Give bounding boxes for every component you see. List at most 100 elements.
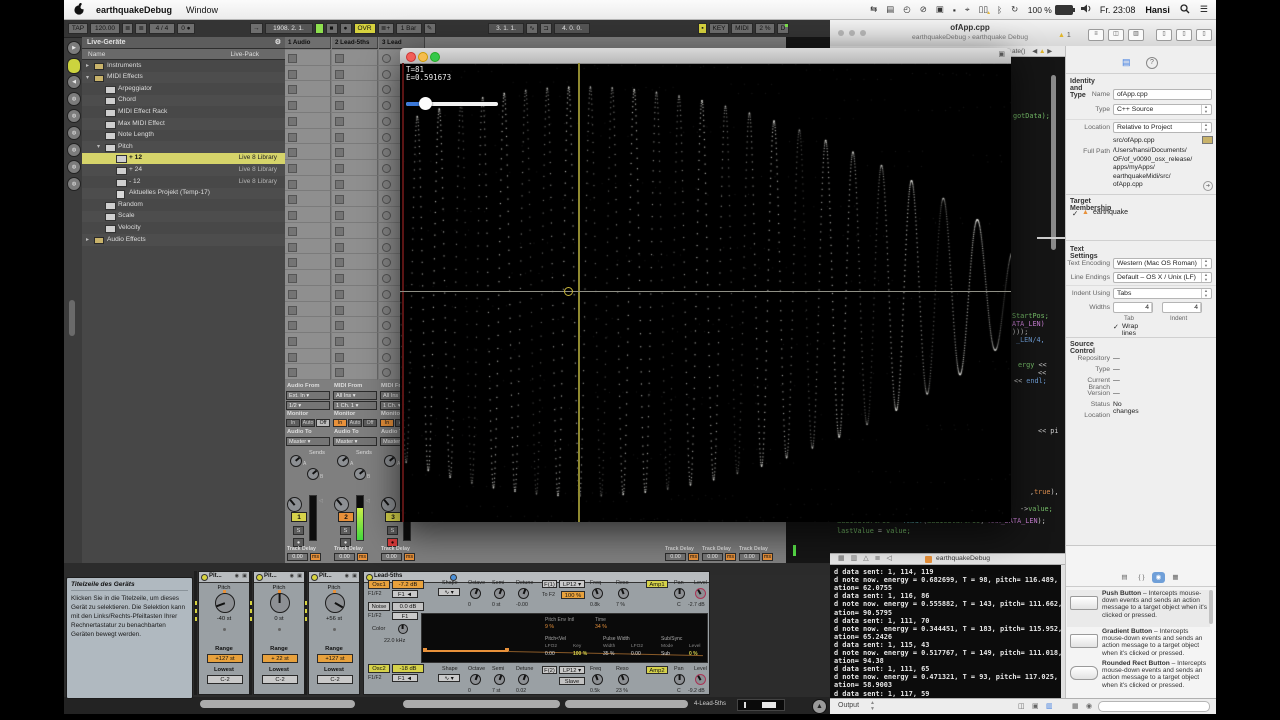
clip-stop-button[interactable] bbox=[288, 336, 297, 346]
volume-icon[interactable] bbox=[1080, 4, 1092, 15]
clip-stop-button[interactable] bbox=[335, 132, 344, 142]
range-value[interactable]: + 22 st bbox=[262, 654, 298, 663]
browser-item-velocity[interactable]: Velocity bbox=[82, 222, 285, 234]
clip-stop-button[interactable] bbox=[288, 211, 297, 221]
track-delay-value[interactable]: 0.00 bbox=[287, 553, 308, 561]
track-delay-unit[interactable]: ms bbox=[762, 553, 773, 561]
debug-window-titlebar[interactable]: ▣ bbox=[400, 48, 1011, 64]
filter-type-select[interactable]: LP12 ▾ bbox=[559, 666, 585, 674]
clip-stop-button[interactable] bbox=[335, 321, 344, 331]
octave-knob[interactable] bbox=[470, 674, 481, 685]
clip-slot[interactable] bbox=[332, 128, 378, 145]
monitor-in-button[interactable]: In bbox=[333, 419, 347, 427]
clip-stop-button[interactable] bbox=[288, 321, 297, 331]
transport-loop-⊐[interactable]: ⊐ bbox=[540, 23, 552, 34]
editor-scrollbar[interactable] bbox=[1051, 75, 1056, 250]
transport-mid-btn[interactable] bbox=[314, 23, 324, 34]
clip-stop-button[interactable] bbox=[335, 274, 344, 284]
transport-left-≣[interactable]: ≣ bbox=[122, 23, 134, 34]
osc-sub-value[interactable]: F1 bbox=[392, 612, 418, 620]
pitch-knob[interactable] bbox=[215, 593, 235, 613]
location-dropdown[interactable]: Relative to Project ▲ ▼ bbox=[1113, 122, 1212, 133]
shape-select[interactable]: ∿ ▾ bbox=[438, 588, 460, 596]
monitor-auto-button[interactable]: Auto bbox=[348, 419, 362, 427]
clip-slot[interactable] bbox=[332, 65, 378, 82]
minimize-button[interactable] bbox=[418, 52, 428, 62]
semi-knob[interactable] bbox=[494, 674, 505, 685]
clip-play-slot[interactable] bbox=[382, 179, 391, 189]
clip-stop-button[interactable] bbox=[335, 226, 344, 236]
pan-knob[interactable] bbox=[674, 588, 685, 599]
clip-slot[interactable] bbox=[332, 254, 378, 271]
clip-play-slot[interactable] bbox=[382, 211, 391, 221]
volume-knob[interactable] bbox=[287, 497, 302, 512]
clip-slot[interactable] bbox=[332, 175, 378, 192]
octave-knob[interactable] bbox=[470, 588, 481, 599]
pitch-knob[interactable] bbox=[270, 593, 290, 613]
browser-item-note-length[interactable]: Note Length bbox=[82, 129, 285, 142]
console-filter-label[interactable]: Output bbox=[838, 702, 859, 709]
disclosure-triangle[interactable]: ▸ bbox=[86, 62, 89, 69]
browser-item---12[interactable]: - 12 Live 8 Library bbox=[82, 176, 285, 188]
clip-play-slot[interactable] bbox=[382, 69, 391, 79]
detune-knob[interactable] bbox=[518, 674, 529, 685]
clip-stop-button[interactable] bbox=[288, 179, 297, 189]
osc-select-noise[interactable]: Noise bbox=[368, 602, 390, 611]
device-hotswap-icon[interactable]: ◉ bbox=[345, 573, 349, 579]
clip-slot[interactable] bbox=[332, 364, 378, 381]
library-scrollbar[interactable] bbox=[1209, 590, 1213, 624]
track-number-button[interactable]: 2 bbox=[338, 512, 354, 522]
browser-col-name[interactable]: Name bbox=[88, 51, 105, 58]
device-power-led[interactable] bbox=[201, 574, 208, 581]
clip-play-slot[interactable] bbox=[382, 321, 391, 331]
send-a-knob[interactable] bbox=[337, 455, 349, 467]
clip-stop-button[interactable] bbox=[335, 69, 344, 79]
input-channel-select[interactable]: 1 Ch. 1 ▾ bbox=[333, 401, 377, 410]
clip-play-slot[interactable] bbox=[382, 274, 391, 284]
transport-mid-≣+[interactable]: ≣+ bbox=[377, 23, 394, 34]
browser-item-audio-effects[interactable]: ▸ Audio Effects bbox=[82, 234, 285, 246]
editor-assistant-icon[interactable]: ◫ bbox=[1108, 29, 1124, 41]
browser-item-+-12[interactable]: + 12 Live 8 Library bbox=[82, 152, 285, 165]
screenshot-icon[interactable]: ▣ bbox=[936, 4, 944, 15]
clip-stop-button[interactable] bbox=[335, 148, 344, 158]
clock-widget-icon[interactable]: ◴ bbox=[903, 4, 910, 15]
clip-stop-button[interactable] bbox=[335, 179, 344, 189]
transport-left-120.00[interactable]: 120.00 bbox=[90, 23, 120, 34]
clip-stop-button[interactable] bbox=[288, 54, 297, 63]
env-col-v2[interactable]: 0.00 bbox=[631, 651, 641, 657]
clip-slot[interactable] bbox=[332, 97, 378, 113]
library-grid-icon[interactable]: ▦ bbox=[1072, 702, 1079, 710]
name-field[interactable]: ofApp.cpp bbox=[1113, 89, 1212, 100]
show-hide-button[interactable]: ▲ bbox=[812, 699, 827, 714]
clip-slot[interactable] bbox=[285, 254, 331, 271]
clip-play-slot[interactable] bbox=[382, 258, 391, 268]
track-delay-value[interactable]: 0.00 bbox=[334, 553, 355, 561]
clip-stop-button[interactable] bbox=[335, 116, 344, 126]
menu-app-name[interactable]: earthquakeDebug bbox=[96, 5, 172, 15]
do-not-disturb-icon[interactable]: ⊘ bbox=[920, 4, 927, 15]
sync-icon[interactable]: ↻ bbox=[1011, 4, 1018, 15]
type-dropdown[interactable]: C++ Source ▲ ▼ bbox=[1113, 104, 1212, 115]
level-knob[interactable] bbox=[695, 588, 706, 599]
clip-play-slot[interactable] bbox=[382, 336, 391, 346]
clip-stop-button[interactable] bbox=[288, 274, 297, 284]
monitor-in-button[interactable]: In bbox=[380, 419, 394, 427]
browser-item-max-midi-effect[interactable]: Max MIDI Effect bbox=[82, 118, 285, 130]
device-hotswap-icon[interactable]: ◉ bbox=[235, 573, 239, 579]
debug-area-toggle-2[interactable]: ▣ bbox=[1032, 702, 1039, 710]
clip-slot[interactable] bbox=[285, 317, 331, 333]
transport-left-≣[interactable]: ≣ bbox=[135, 23, 147, 34]
track-delay-value[interactable]: 0.00 bbox=[739, 553, 760, 561]
clip-stop-button[interactable] bbox=[288, 226, 297, 236]
track-delay-value[interactable]: 0.00 bbox=[381, 553, 402, 561]
clip-play-slot[interactable] bbox=[382, 101, 391, 111]
reveal-arrow-icon[interactable]: ➜ bbox=[1203, 181, 1213, 191]
track-delay-unit[interactable]: ms bbox=[725, 553, 736, 561]
menu-window[interactable]: Window bbox=[186, 5, 218, 15]
device-save-icon[interactable]: ▣ bbox=[352, 573, 357, 579]
clip-slot[interactable] bbox=[285, 207, 331, 223]
view-utilities-icon[interactable]: ▯ bbox=[1196, 29, 1212, 41]
clip-play-slot[interactable] bbox=[382, 164, 391, 174]
osc-select-osc1[interactable]: Osc1 bbox=[368, 580, 390, 589]
